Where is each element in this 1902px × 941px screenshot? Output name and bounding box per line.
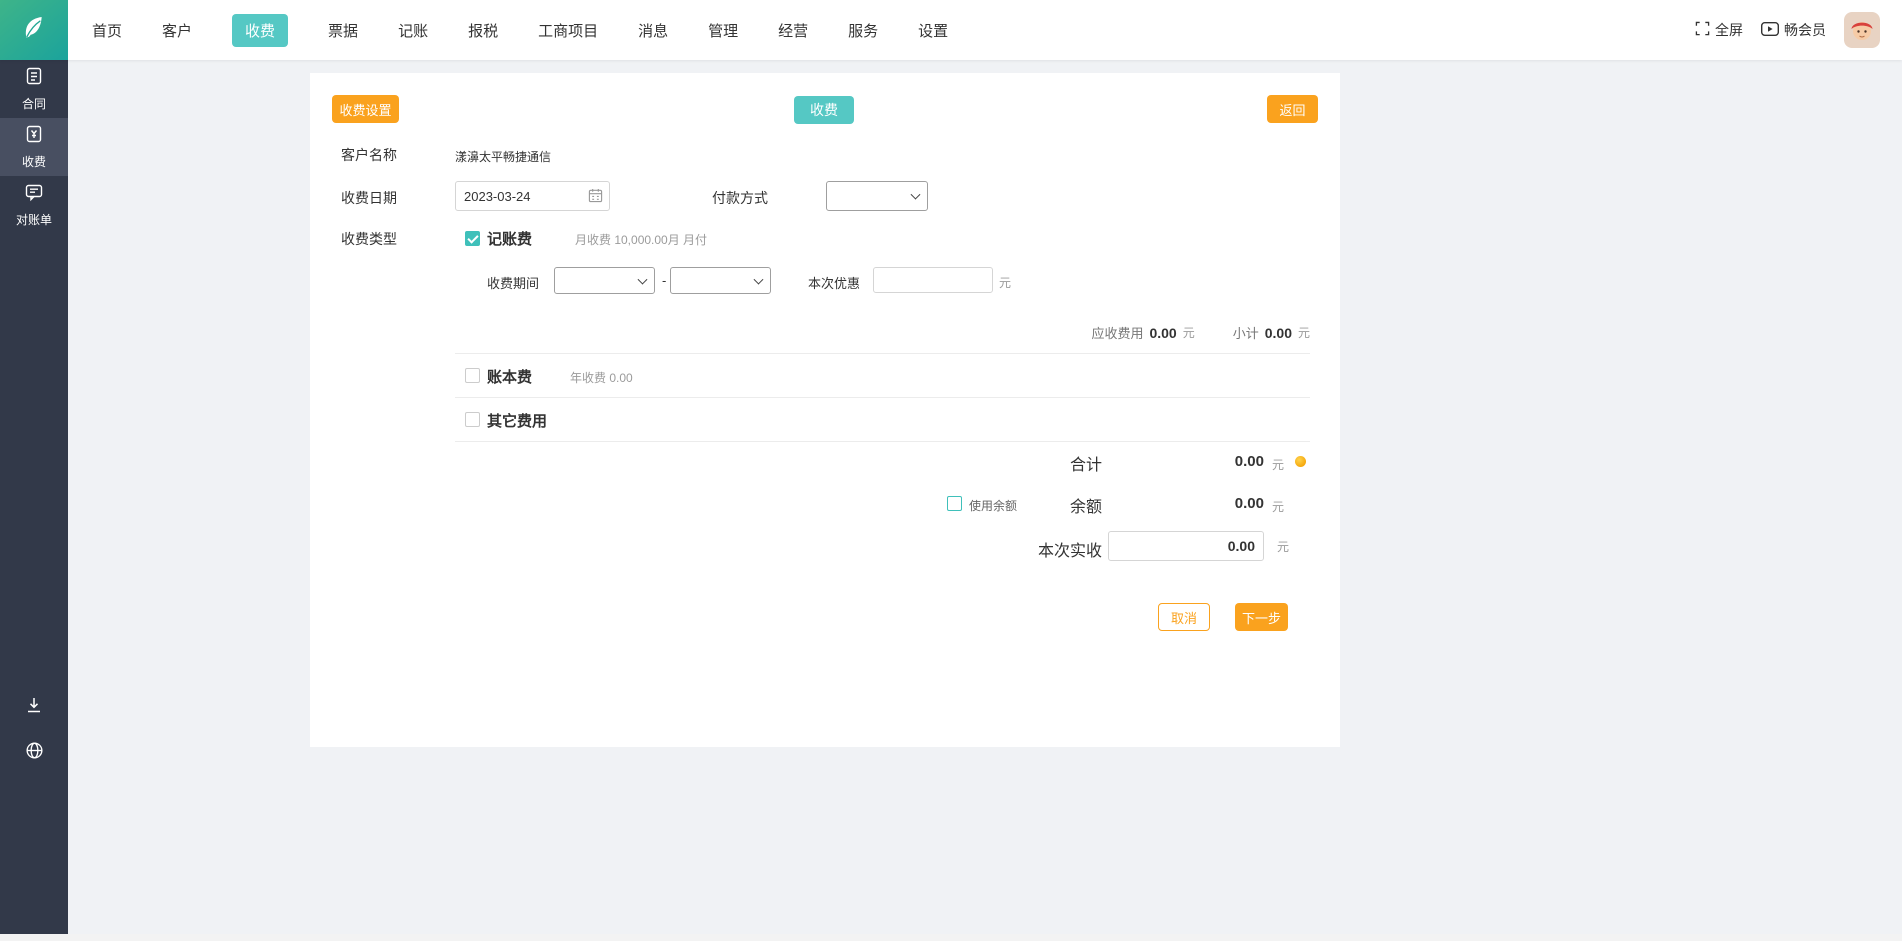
total-label: 合计 [1069,457,1102,474]
charge-date-field [455,181,610,211]
globe-button[interactable] [0,740,68,766]
main-nav: 首页 客户 收费 票据 记账 报税 工商项目 消息 管理 经营 服务 设置 [68,13,1695,47]
ledger-fee-desc: 年收费 0.00 [570,371,633,385]
download-icon [24,695,44,720]
avatar[interactable] [1844,12,1880,48]
other-fee-checkbox[interactable] [465,412,480,427]
actual-received-unit: 元 [1277,540,1290,554]
nav-item-bookkeeping[interactable]: 记账 [398,20,428,41]
actual-received-label: 本次实收 [1037,543,1102,560]
next-button[interactable]: 下一步 [1235,603,1288,631]
calendar-icon[interactable] [588,188,603,208]
charge-date-label: 收费日期 [341,190,397,206]
nav-item-management[interactable]: 管理 [708,20,738,41]
sidebar-item-charge[interactable]: 收费 [0,118,68,176]
contract-icon [24,66,44,91]
balance-value: 0.00 [1234,495,1264,512]
payment-method-label: 付款方式 [712,190,768,206]
top-nav: 首页 客户 收费 票据 记账 报税 工商项目 消息 管理 经营 服务 设置 全屏 [0,0,1902,60]
actual-received-input[interactable] [1108,531,1264,561]
receivable-label: 应收费用 [1091,326,1144,341]
period-end-select[interactable] [671,268,770,293]
discount-input[interactable] [873,267,993,293]
use-balance-label: 使用余额 [969,499,1018,513]
leaf-logo-icon [17,11,51,50]
coin-icon[interactable] [1295,456,1306,467]
payment-method-select-wrap [826,181,928,211]
nav-item-home[interactable]: 首页 [92,20,122,41]
fullscreen-button[interactable]: 全屏 [1695,20,1743,40]
sidebar-item-statement[interactable]: 对账单 [0,176,68,234]
period-start-select[interactable] [555,268,654,293]
period-start-select-wrap [554,267,655,294]
customer-name-label: 客户名称 [341,147,397,163]
nav-item-operations[interactable]: 经营 [778,20,808,41]
horizontal-scrollbar[interactable] [0,934,1902,941]
fullscreen-icon [1695,21,1710,39]
video-member-icon [1760,21,1780,39]
fullscreen-label: 全屏 [1715,22,1743,38]
balance-label: 余额 [1069,499,1102,516]
period-end-select-wrap [670,267,771,294]
sidebar: 合同 收费 对账单 [0,60,68,941]
nav-item-business-projects[interactable]: 工商项目 [538,20,598,41]
bookkeeping-fee-desc: 月收费 10,000.00月 月付 [575,233,708,247]
nav-item-customers[interactable]: 客户 [162,20,192,41]
nav-item-settings[interactable]: 设置 [918,20,948,41]
customer-name-value: 漾濞太平畅捷通信 [455,150,552,164]
receivable-unit: 元 [1182,326,1195,340]
bookkeeping-totals-row: 应收费用 0.00 元 小计 0.00 元 [1091,323,1310,342]
nav-item-charge[interactable]: 收费 [232,13,289,47]
charge-form-card: 收费设置 收费 返回 客户名称 漾濞太平畅捷通信 收费日期 付款方式 收费类型 [310,73,1340,747]
main-content: 收费设置 收费 返回 客户名称 漾濞太平畅捷通信 收费日期 付款方式 收费类型 [68,60,1902,941]
receivable-value: 0.00 [1149,324,1177,341]
app-logo[interactable] [0,0,68,60]
balance-unit: 元 [1272,500,1285,514]
sidebar-item-label: 合同 [21,97,46,111]
charge-tab-button[interactable]: 收费 [794,96,854,124]
sidebar-item-contract[interactable]: 合同 [0,60,68,118]
period-range-separator: - [662,273,667,288]
cancel-button[interactable]: 取消 [1158,603,1210,631]
charge-settings-button[interactable]: 收费设置 [332,95,399,123]
ledger-fee-title: 账本费 [487,369,533,386]
nav-item-services[interactable]: 服务 [848,20,878,41]
sidebar-item-label: 收费 [21,155,46,169]
subtotal-unit: 元 [1297,326,1310,340]
charge-type-label: 收费类型 [341,231,397,247]
nav-item-invoices[interactable]: 票据 [328,20,358,41]
header-right: 全屏 畅会员 [1695,12,1902,48]
total-value: 0.00 [1234,453,1264,470]
nav-item-tax[interactable]: 报税 [468,20,498,41]
statement-icon [24,182,44,207]
back-button[interactable]: 返回 [1267,95,1318,123]
payment-method-select[interactable] [827,182,927,210]
charge-receipt-icon [24,124,44,149]
member-button[interactable]: 畅会员 [1760,20,1826,40]
download-button[interactable] [0,695,68,720]
bookkeeping-fee-title: 记账费 [487,231,533,248]
nav-item-messages[interactable]: 消息 [638,20,668,41]
charge-period-label: 收费期间 [487,276,540,291]
divider [455,353,1310,354]
other-fee-title: 其它费用 [487,413,548,430]
discount-label: 本次优惠 [808,276,861,291]
divider [455,441,1310,442]
sidebar-item-label: 对账单 [15,213,52,227]
charge-date-input[interactable] [455,181,610,211]
bookkeeping-fee-checkbox[interactable] [465,231,480,246]
globe-icon [24,740,45,766]
discount-unit: 元 [999,276,1012,290]
divider [455,397,1310,398]
total-unit: 元 [1272,458,1285,472]
use-balance-checkbox[interactable] [947,496,962,511]
subtotal-label: 小计 [1232,326,1259,341]
subtotal-value: 0.00 [1264,324,1292,341]
member-label: 畅会员 [1784,22,1826,38]
ledger-fee-checkbox[interactable] [465,368,480,383]
